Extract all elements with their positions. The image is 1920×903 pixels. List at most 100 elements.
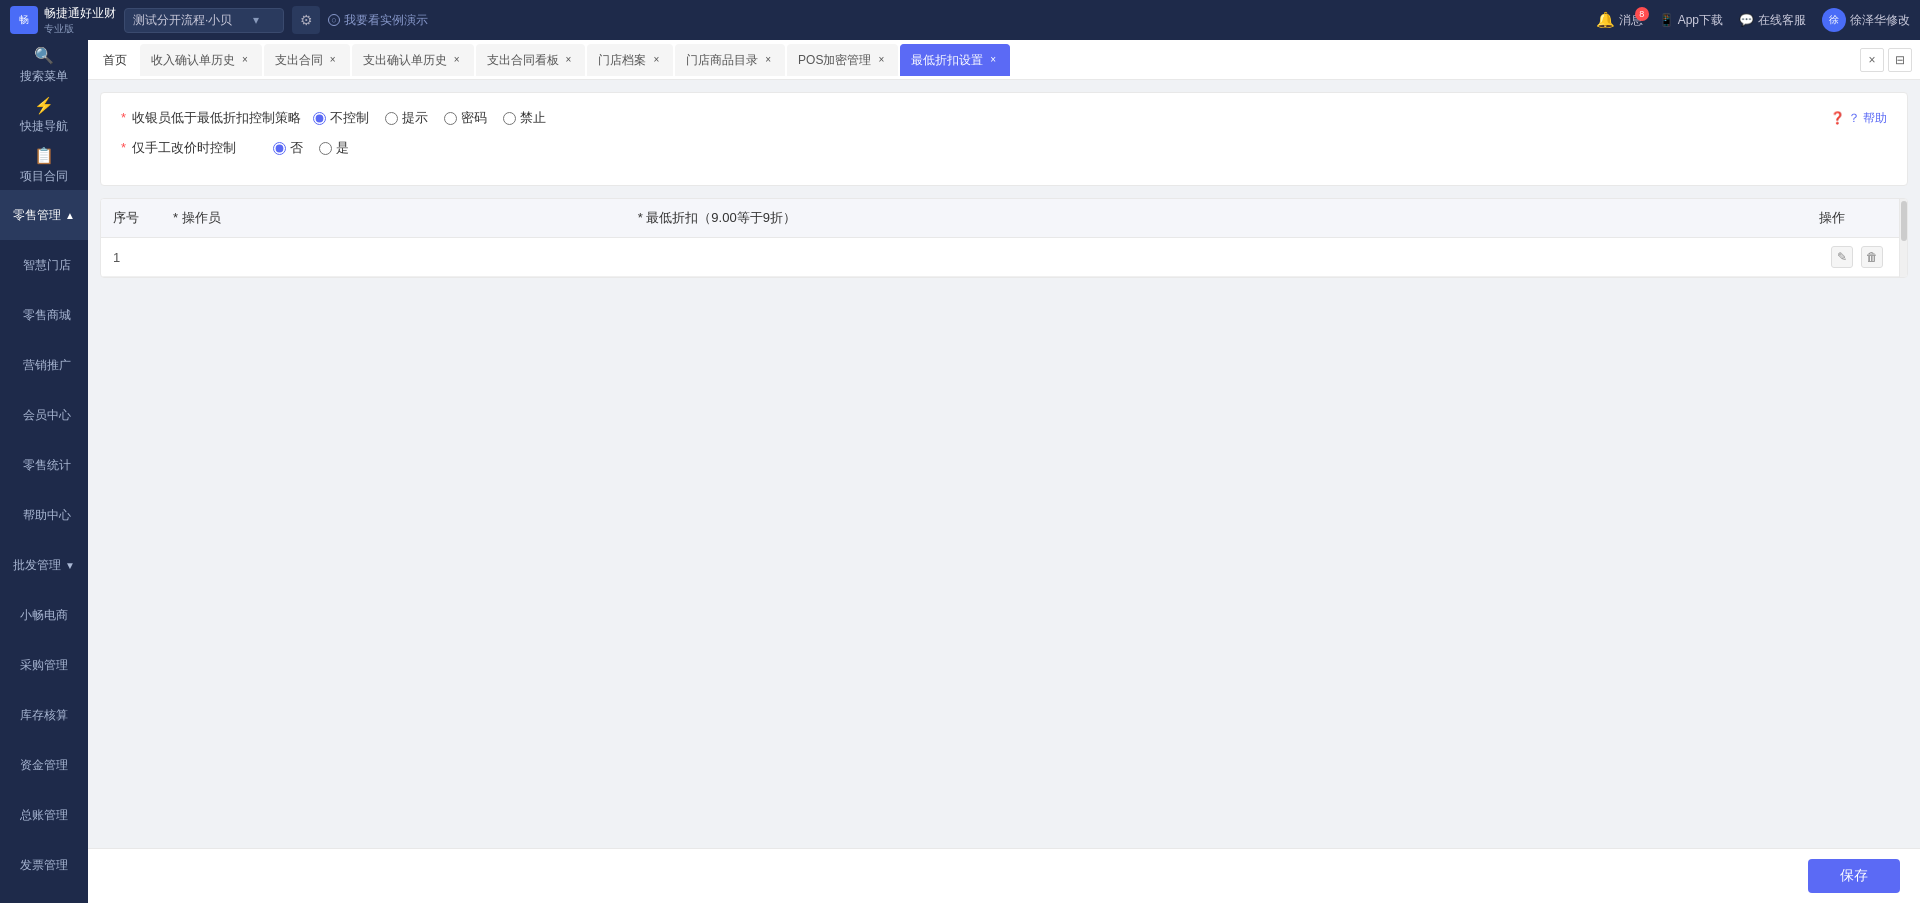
- radio-manual-no-input[interactable]: [273, 142, 286, 155]
- sidebar-label-project: 项目合同: [20, 168, 68, 185]
- tab-income-history[interactable]: 收入确认单历史 ×: [140, 44, 262, 76]
- sidebar-item-retail[interactable]: 零售管理 ▲: [0, 190, 88, 240]
- shortcuts-icon: ⚡: [34, 96, 54, 115]
- row-operator: [161, 238, 626, 277]
- tab-pos-password-close[interactable]: ×: [875, 54, 887, 66]
- retail-expand-icon: ▲: [65, 210, 75, 221]
- sidebar-item-smart-store[interactable]: 智慧门店: [0, 240, 88, 290]
- tab-pos-password[interactable]: POS加密管理 ×: [787, 44, 898, 76]
- wholesale-expand-icon: ▼: [65, 560, 75, 571]
- tab-income-history-close[interactable]: ×: [239, 54, 251, 66]
- sidebar-label-inventory: 库存核算: [20, 707, 68, 724]
- project-icon: 📋: [34, 146, 54, 165]
- sidebar-item-online-store[interactable]: 零售商城: [0, 290, 88, 340]
- save-button[interactable]: 保存: [1808, 859, 1900, 893]
- download-icon: 📱: [1659, 13, 1674, 27]
- tab-bar-actions: × ⊟: [1860, 48, 1916, 72]
- tab-payment-history[interactable]: 支出确认单历史 ×: [352, 44, 474, 76]
- tab-payment-history-close[interactable]: ×: [451, 54, 463, 66]
- customer-service-label: 在线客服: [1758, 12, 1806, 29]
- radio-remind-label: 提示: [402, 109, 428, 127]
- table-scrollbar[interactable]: [1899, 199, 1907, 277]
- sidebar-item-retail-stats[interactable]: 零售统计: [0, 440, 88, 490]
- col-operator-header: * 操作员: [161, 199, 626, 238]
- radio-password[interactable]: 密码: [444, 109, 487, 127]
- radio-no-control[interactable]: 不控制: [313, 109, 369, 127]
- tab-payment-contract[interactable]: 支出合同 ×: [264, 44, 350, 76]
- required-star-strategy: *: [121, 110, 126, 125]
- table-section: 序号 * 操作员 * 最低折扣（9.00等于9折） 操作 1 ✎: [100, 198, 1908, 278]
- customer-service-btn[interactable]: 💬 在线客服: [1739, 12, 1806, 29]
- radio-remind-input[interactable]: [385, 112, 398, 125]
- tab-store-archive-label: 门店档案: [598, 52, 646, 69]
- sidebar: 🔍 搜索菜单 ⚡ 快捷导航 📋 项目合同 零售管理 ▲ 智慧门店 零售商城 营销…: [0, 40, 88, 903]
- sidebar-item-tax[interactable]: 税务管理: [0, 890, 88, 903]
- tab-store-catalog[interactable]: 门店商品目录 ×: [675, 44, 785, 76]
- tab-min-discount[interactable]: 最低折扣设置 ×: [900, 44, 1010, 76]
- row-seq: 1: [101, 238, 161, 277]
- discount-table: 序号 * 操作员 * 最低折扣（9.00等于9折） 操作 1 ✎: [101, 199, 1907, 277]
- sidebar-label-help: 帮助中心: [23, 507, 71, 524]
- sidebar-label-finance: 资金管理: [20, 757, 68, 774]
- col-seq-header: 序号: [101, 199, 161, 238]
- radio-manual-no[interactable]: 否: [273, 139, 303, 157]
- sidebar-item-purchase[interactable]: 采购管理: [0, 640, 88, 690]
- demo-link[interactable]: ○ 我要看实例演示: [328, 12, 428, 29]
- sidebar-label-search: 搜索菜单: [20, 68, 68, 85]
- radio-no-control-input[interactable]: [313, 112, 326, 125]
- tab-home[interactable]: 首页: [92, 44, 138, 76]
- tab-store-archive[interactable]: 门店档案 ×: [587, 44, 673, 76]
- tab-home-label: 首页: [103, 52, 127, 69]
- radio-manual-yes-input[interactable]: [319, 142, 332, 155]
- strategy-label: * 收银员低于最低折扣控制策略: [121, 109, 301, 127]
- sidebar-item-invoice[interactable]: 发票管理: [0, 840, 88, 890]
- project-selector[interactable]: 测试分开流程·小贝 ▾: [124, 8, 284, 33]
- sidebar-label-retail-stats: 零售统计: [23, 457, 71, 474]
- sidebar-item-member[interactable]: 会员中心: [0, 390, 88, 440]
- table-row: 1 ✎ 🗑: [101, 238, 1907, 277]
- strategy-radio-group: 不控制 提示 密码 禁止: [313, 109, 546, 127]
- radio-remind[interactable]: 提示: [385, 109, 428, 127]
- sidebar-item-shortcuts[interactable]: ⚡ 快捷导航: [0, 90, 88, 140]
- radio-forbid[interactable]: 禁止: [503, 109, 546, 127]
- tab-income-history-label: 收入确认单历史: [151, 52, 235, 69]
- radio-manual-yes[interactable]: 是: [319, 139, 349, 157]
- message-btn[interactable]: 🔔 消息 8: [1596, 11, 1643, 29]
- row-delete-btn[interactable]: 🗑: [1861, 246, 1883, 268]
- tab-payment-contract-close[interactable]: ×: [327, 54, 339, 66]
- demo-link-label: 我要看实例演示: [344, 12, 428, 29]
- sidebar-item-marketing[interactable]: 营销推广: [0, 340, 88, 390]
- sidebar-item-search[interactable]: 🔍 搜索菜单: [0, 40, 88, 90]
- sidebar-item-inventory[interactable]: 库存核算: [0, 690, 88, 740]
- tab-min-discount-close[interactable]: ×: [987, 54, 999, 66]
- row-edit-btn[interactable]: ✎: [1831, 246, 1853, 268]
- table-header: 序号 * 操作员 * 最低折扣（9.00等于9折） 操作: [101, 199, 1907, 238]
- sidebar-item-help[interactable]: 帮助中心: [0, 490, 88, 540]
- sidebar-label-smart-store: 智慧门店: [23, 257, 71, 274]
- app-title: 畅捷通好业财: [44, 5, 116, 22]
- tab-close-all-btn[interactable]: ×: [1860, 48, 1884, 72]
- tab-payment-board-label: 支出合同看板: [487, 52, 559, 69]
- sidebar-item-finance[interactable]: 资金管理: [0, 740, 88, 790]
- table-scrollbar-thumb: [1901, 201, 1907, 241]
- table-body: 1 ✎ 🗑: [101, 238, 1907, 277]
- app-download-btn[interactable]: 📱 App下载: [1659, 12, 1723, 29]
- user-name: 徐泽华修改: [1850, 12, 1910, 29]
- radio-forbid-input[interactable]: [503, 112, 516, 125]
- tab-bar: 首页 收入确认单历史 × 支出合同 × 支出确认单历史 × 支出合同看板 × 门…: [88, 40, 1920, 80]
- user-profile-btn[interactable]: 徐 徐泽华修改: [1822, 8, 1910, 32]
- tab-store-archive-close[interactable]: ×: [650, 54, 662, 66]
- help-link[interactable]: ❓ ？ 帮助: [1830, 110, 1887, 127]
- settings-button[interactable]: ⚙: [292, 6, 320, 34]
- sidebar-item-project[interactable]: 📋 项目合同: [0, 140, 88, 190]
- row-actions: ✎ 🗑: [1807, 238, 1907, 277]
- tab-payment-board[interactable]: 支出合同看板 ×: [476, 44, 586, 76]
- tab-payment-board-close[interactable]: ×: [563, 54, 575, 66]
- required-star-manual: *: [121, 140, 126, 155]
- radio-password-input[interactable]: [444, 112, 457, 125]
- tab-store-catalog-close[interactable]: ×: [762, 54, 774, 66]
- sidebar-item-ecommerce[interactable]: 小畅电商: [0, 590, 88, 640]
- tab-menu-btn[interactable]: ⊟: [1888, 48, 1912, 72]
- sidebar-item-ledger[interactable]: 总账管理: [0, 790, 88, 840]
- sidebar-item-wholesale[interactable]: 批发管理 ▼: [0, 540, 88, 590]
